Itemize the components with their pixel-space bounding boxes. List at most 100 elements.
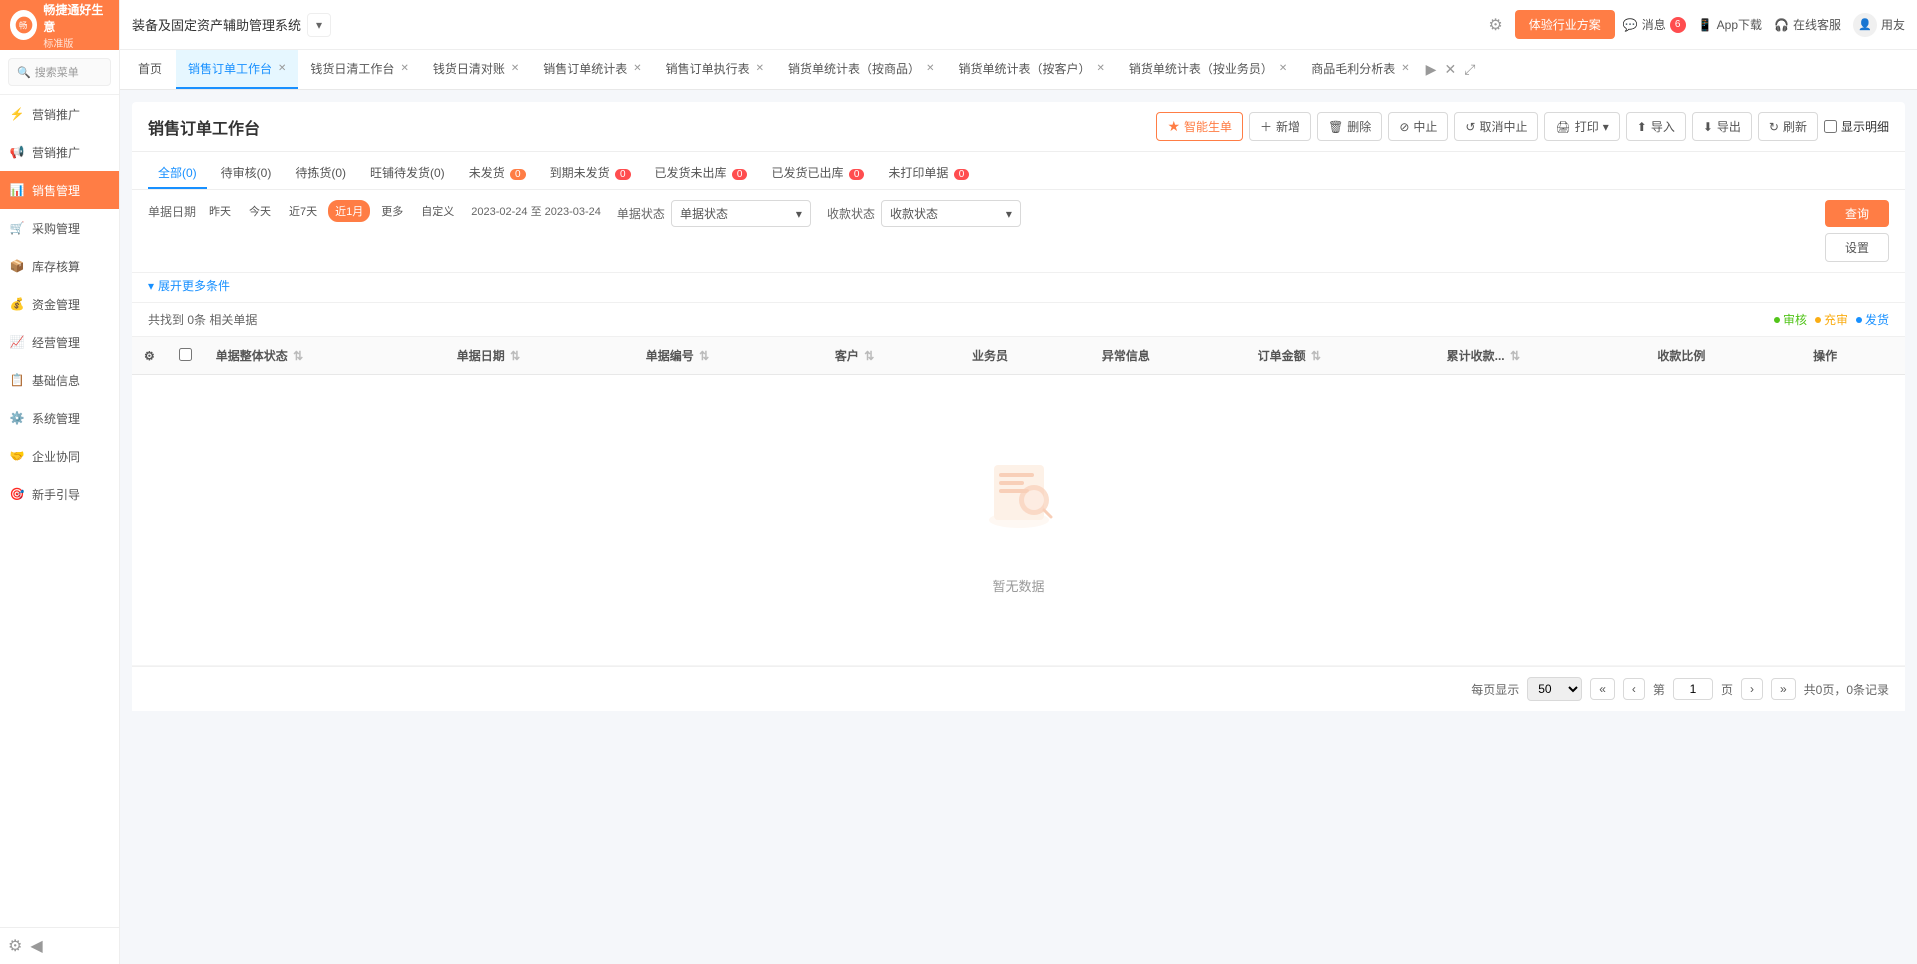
star-icon: ★: [1167, 118, 1180, 135]
tab-close-all-button[interactable]: ✕: [1440, 61, 1460, 78]
sort-amount-icon[interactable]: ⇅: [1311, 349, 1321, 363]
subtab-shipped-out[interactable]: 已发货已出库 0: [761, 158, 874, 189]
audit-button[interactable]: 审核: [1774, 311, 1807, 328]
message-icon: 💬: [1623, 18, 1638, 32]
tab-margin-stats[interactable]: 商品毛利分析表 ✕: [1299, 50, 1421, 89]
page-input[interactable]: [1673, 678, 1713, 700]
query-button[interactable]: 查询: [1825, 200, 1889, 227]
expand-filter-button[interactable]: ▾ 展开更多条件: [148, 277, 1889, 294]
user-menu[interactable]: 👤 用友: [1853, 13, 1905, 37]
date-today-btn[interactable]: 今天: [242, 200, 278, 222]
th-date: 单据日期 ⇅: [445, 337, 634, 375]
cancel-audit-button[interactable]: 充审: [1815, 311, 1848, 328]
date-custom-btn[interactable]: 自定义: [414, 200, 461, 222]
date-1month-btn[interactable]: 近1月: [328, 200, 370, 222]
subtab-overdue-ship[interactable]: 到期未发货 0: [540, 158, 641, 189]
message-button[interactable]: 💬 消息 6: [1623, 16, 1686, 33]
first-page-button[interactable]: «: [1590, 678, 1615, 700]
sidebar-item-enterprise[interactable]: 🤝 企业协同: [0, 437, 119, 475]
sort-collected-icon[interactable]: ⇅: [1510, 349, 1520, 363]
search-menu-button[interactable]: 🔍 搜索菜单: [8, 58, 111, 86]
settings-icon[interactable]: ⚙: [1488, 15, 1502, 35]
next-page-button[interactable]: ›: [1741, 678, 1763, 700]
stop-button[interactable]: ⊘ 中止: [1388, 112, 1448, 141]
online-service-button[interactable]: 🎧 在线客服: [1774, 16, 1841, 33]
subtab-not-shipped[interactable]: 未发货 0: [459, 158, 536, 189]
tab-maximize-button[interactable]: ⤢: [1460, 61, 1479, 78]
tab-cash-reconcile[interactable]: 钱货日清对账 ✕: [421, 50, 531, 89]
date-yesterday-btn[interactable]: 昨天: [202, 200, 238, 222]
date-7days-btn[interactable]: 近7天: [282, 200, 324, 222]
subtab-pending-review[interactable]: 待审核(0): [211, 158, 282, 189]
import-button[interactable]: ⬆ 导入: [1626, 112, 1686, 141]
th-status: 单据整体状态 ⇅: [204, 337, 445, 375]
sidebar-item-marketing[interactable]: 📢 营销推广: [0, 133, 119, 171]
tab-goods-customer[interactable]: 销货单统计表（按客户） ✕: [946, 50, 1116, 89]
ship-button[interactable]: 发货: [1856, 311, 1889, 328]
sidebar-item-quick-nav[interactable]: ⚡ 营销推广: [0, 95, 119, 133]
tab-close-goods-customer[interactable]: ✕: [1096, 63, 1104, 74]
settings-button[interactable]: 设置: [1825, 233, 1889, 262]
detail-checkbox[interactable]: [1824, 120, 1837, 133]
industry-solution-button[interactable]: 体验行业方案: [1515, 10, 1615, 39]
settings-col-icon[interactable]: ⚙: [144, 349, 155, 363]
subtab-shipped-not-out[interactable]: 已发货未出库 0: [645, 158, 758, 189]
sort-number-icon[interactable]: ⇅: [699, 349, 709, 363]
subtab-wangpu[interactable]: 旺铺待发货(0): [360, 158, 455, 189]
tab-close-margin-stats[interactable]: ✕: [1401, 63, 1409, 74]
sidebar-bottom: ⚙ ◀: [0, 927, 119, 964]
select-all-checkbox[interactable]: [179, 348, 192, 361]
app-download-button[interactable]: 📱 App下载: [1698, 16, 1762, 33]
subtab-pending-inspect[interactable]: 待拣货(0): [285, 158, 356, 189]
delete-button[interactable]: 🗑 删除: [1317, 112, 1382, 141]
tab-goods-staff[interactable]: 销货单统计表（按业务员） ✕: [1117, 50, 1299, 89]
sidebar-item-system[interactable]: ⚙️ 系统管理: [0, 399, 119, 437]
sort-customer-icon[interactable]: ⇅: [864, 349, 874, 363]
tab-sales-exec[interactable]: 销售订单执行表 ✕: [654, 50, 776, 89]
tab-goods-product[interactable]: 销货单统计表（按商品） ✕: [776, 50, 946, 89]
tab-more-button[interactable]: ▶: [1422, 61, 1441, 78]
print-button[interactable]: 🖨 打印 ▾: [1544, 112, 1619, 141]
sidebar-item-guide[interactable]: 🎯 新手引导: [0, 475, 119, 513]
sidebar-item-inventory[interactable]: 📦 库存核算: [0, 247, 119, 285]
last-page-button[interactable]: »: [1771, 678, 1796, 700]
tab-sales-stats[interactable]: 销售订单统计表 ✕: [531, 50, 653, 89]
prev-page-button[interactable]: ‹: [1623, 678, 1645, 700]
subtab-all[interactable]: 全部(0): [148, 158, 207, 189]
tab-close-sales-stats[interactable]: ✕: [633, 63, 641, 74]
tab-close-cash-daily[interactable]: ✕: [400, 63, 408, 74]
tab-cash-daily[interactable]: 钱货日清工作台 ✕: [298, 50, 420, 89]
system-dropdown[interactable]: ▾: [307, 13, 331, 37]
tab-home[interactable]: 首页: [124, 50, 176, 89]
tab-close-goods-product[interactable]: ✕: [926, 63, 934, 74]
status-select[interactable]: 单据状态 ▾: [671, 200, 811, 227]
tab-close-cash-reconcile[interactable]: ✕: [511, 63, 519, 74]
tab-sales-workbench[interactable]: 销售订单工作台 ✕: [176, 50, 298, 89]
subtab-not-printed[interactable]: 未打印单据 0: [878, 158, 979, 189]
add-button[interactable]: ＋ 新增: [1249, 112, 1311, 141]
date-more-btn[interactable]: 更多: [374, 200, 410, 222]
detail-checkbox-label[interactable]: 显示明细: [1824, 118, 1889, 135]
status-dropdown-icon: ▾: [796, 207, 802, 221]
svg-text:畅: 畅: [19, 20, 27, 30]
per-page-select[interactable]: 10 20 50 100: [1527, 677, 1582, 701]
sidebar-item-sales[interactable]: 📊 销售管理: [0, 171, 119, 209]
export-button[interactable]: ⬇ 导出: [1692, 112, 1752, 141]
cancel-stop-button[interactable]: ↺ 取消中止: [1454, 112, 1538, 141]
tab-close-goods-staff[interactable]: ✕: [1279, 63, 1287, 74]
smart-order-button[interactable]: ★ 智能生单: [1156, 112, 1243, 141]
sidebar-item-finance[interactable]: 💰 资金管理: [0, 285, 119, 323]
refresh-button[interactable]: ↻ 刷新: [1758, 112, 1818, 141]
sidebar-item-purchase[interactable]: 🛒 采购管理: [0, 209, 119, 247]
sort-date-icon[interactable]: ⇅: [510, 349, 520, 363]
settings-bottom-icon[interactable]: ⚙: [8, 936, 22, 956]
total-info: 共0页，0条记录: [1804, 681, 1889, 698]
sort-status-icon[interactable]: ⇅: [293, 349, 303, 363]
tab-close-sales-exec[interactable]: ✕: [756, 63, 764, 74]
tab-close-sales-workbench[interactable]: ✕: [278, 63, 286, 74]
payment-select[interactable]: 收款状态 ▾: [881, 200, 1021, 227]
sidebar-item-basic[interactable]: 📋 基础信息: [0, 361, 119, 399]
collapse-icon[interactable]: ◀: [30, 936, 42, 956]
refresh-icon: ↻: [1769, 120, 1779, 134]
sidebar-item-operation[interactable]: 📈 经营管理: [0, 323, 119, 361]
